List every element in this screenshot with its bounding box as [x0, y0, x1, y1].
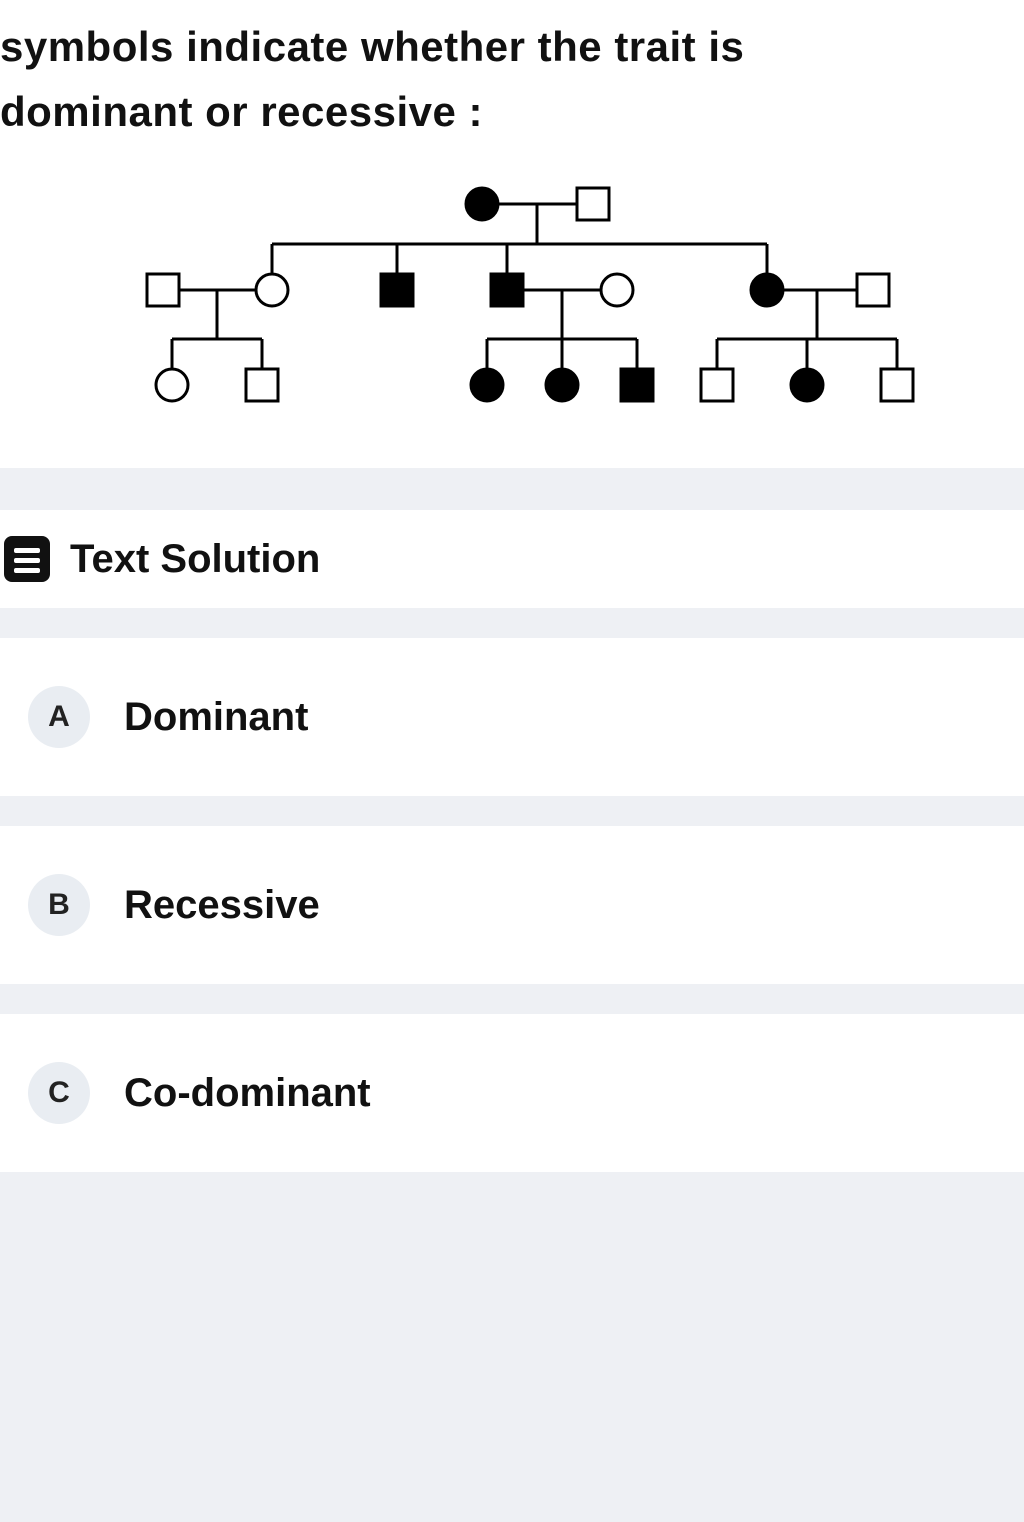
option-a[interactable]: A Dominant	[0, 638, 1024, 796]
question-line-1: symbols indicate whether the trait is	[0, 14, 1014, 79]
pedigree-diagram	[67, 174, 947, 434]
option-text: Recessive	[124, 883, 320, 928]
option-text: Co-dominant	[124, 1071, 371, 1116]
option-letter: C	[28, 1062, 90, 1124]
pedigree-svg	[77, 174, 937, 434]
option-letter: B	[28, 874, 90, 936]
text-solution-icon	[4, 536, 50, 582]
text-solution-label: Text Solution	[70, 537, 320, 582]
question-card: symbols indicate whether the trait is do…	[0, 0, 1024, 468]
question-line-2: dominant or recessive :	[0, 79, 1014, 144]
option-c[interactable]: C Co-dominant	[0, 1014, 1024, 1172]
option-b[interactable]: B Recessive	[0, 826, 1024, 984]
text-solution-row[interactable]: Text Solution	[0, 510, 1024, 608]
option-text: Dominant	[124, 695, 308, 740]
option-letter: A	[28, 686, 90, 748]
